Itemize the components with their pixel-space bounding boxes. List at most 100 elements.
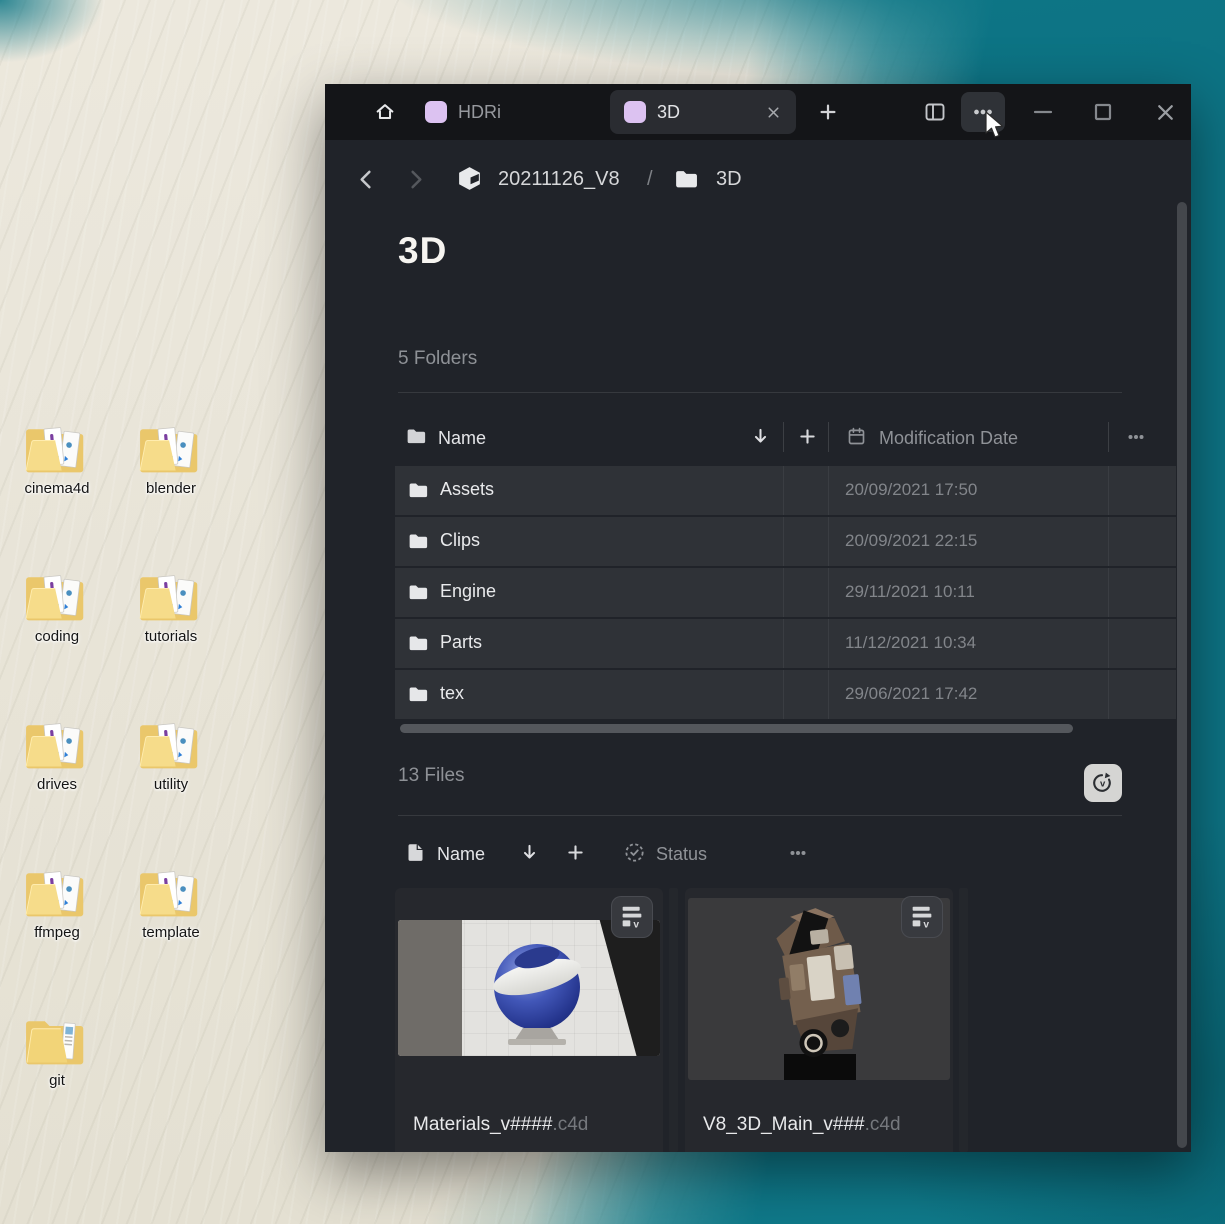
project-cube-icon[interactable] [456,165,483,192]
folders-name-column-header[interactable]: Name [438,428,486,449]
nav-forward-icon[interactable] [404,168,427,191]
card-stack-edge [959,888,968,1152]
folder-icon [21,714,93,774]
desktop-icon-ffmpeg[interactable]: ffmpeg [5,862,109,941]
divider [1108,422,1109,452]
file-card-materials[interactable]: Materials_v####.c4d [395,888,663,1152]
folder-icon [673,167,698,192]
breadcrumb-project[interactable]: 20211126_V8 [498,168,620,191]
calendar-icon [846,426,867,447]
horizontal-scrollbar[interactable] [400,724,1073,733]
column-options-icon[interactable] [1125,426,1147,448]
desktop-icon-drives[interactable]: drives [5,714,109,793]
close-tab-icon[interactable] [765,104,782,121]
add-column-icon[interactable] [797,426,818,447]
folder-name: Assets [440,479,495,499]
breadcrumb-separator: / [647,168,653,190]
minimize-icon[interactable] [1031,100,1055,124]
folder-icon [407,480,428,501]
nav-back-icon[interactable] [355,168,378,191]
sort-descending-icon[interactable] [519,842,540,863]
folder-icon [135,566,207,626]
folder-icon [21,1010,93,1070]
folder-modified-date: 29/06/2021 17:42 [845,684,978,703]
version-control-button[interactable] [1084,764,1122,802]
folder-name: Engine [440,581,497,601]
desktop-icon-blender[interactable]: blender [119,418,223,497]
desktop-icon-tutorials[interactable]: tutorials [119,566,223,645]
desktop-icon-label: template [142,924,200,941]
desktop-icon-utility[interactable]: utility [119,714,223,793]
material-sphere-preview [489,942,585,1030]
divider [828,422,829,452]
breadcrumb-current[interactable]: 3D [716,168,742,191]
folder-icon [135,714,207,774]
desktop-icon-label: drives [36,776,77,793]
sort-descending-icon[interactable] [750,426,771,447]
tab-3d[interactable]: 3D [610,90,796,134]
folder-row-clips[interactable]: Clips 20/09/2021 22:15 [395,517,1176,566]
file-thumbnail [398,920,660,1056]
desktop-icon-label: cinema4d [24,480,90,497]
folder-row-tex[interactable]: tex 29/06/2021 17:42 [395,670,1176,719]
column-options-icon[interactable] [787,842,809,864]
titlebar[interactable]: HDRi 3D [325,84,1191,140]
card-stack-edge [669,888,678,1152]
maximize-icon[interactable] [1091,100,1115,124]
folder-modified-date: 20/09/2021 17:50 [845,480,978,499]
home-icon[interactable] [374,101,396,123]
folder-name: Parts [440,632,483,652]
engine-render-preview [776,908,862,1058]
folder-row-parts[interactable]: Parts 11/12/2021 10:34 [395,619,1176,668]
folders-section-label: 5 Folders [398,348,478,369]
folder-icon [405,426,426,447]
folder-name: tex [440,683,465,703]
add-column-icon[interactable] [565,842,586,863]
folder-modified-date: 20/09/2021 22:15 [845,531,978,550]
desktop-icon-label: utility [153,776,189,793]
increment-version-badge[interactable] [611,896,653,938]
version-bars-icon [615,900,649,934]
tab-color-icon [624,101,646,123]
desktop: cinema4d blender coding tutorials drives… [0,0,1225,1224]
desktop-icon-label: blender [145,480,197,497]
desktop-icon-git[interactable]: git [5,1010,109,1089]
desktop-icon-template[interactable]: template [119,862,223,941]
mouse-cursor [984,111,1006,141]
close-window-icon[interactable] [1153,100,1178,125]
vertical-scrollbar[interactable] [1177,202,1187,1148]
file-icon [405,842,426,863]
divider [398,392,1122,393]
folder-icon [21,566,93,626]
folder-modified-date: 29/11/2021 10:11 [845,582,975,601]
files-status-column-header[interactable]: Status [656,844,707,865]
desktop-icon-coding[interactable]: coding [5,566,109,645]
desktop-icon-label: tutorials [144,628,198,645]
divider [398,815,1122,816]
divider [783,422,784,452]
desktop-icon-cinema4d[interactable]: cinema4d [5,418,109,497]
version-loop-icon [1091,771,1115,795]
increment-version-badge[interactable] [901,896,943,938]
folder-icon [21,418,93,478]
folder-row-assets[interactable]: Assets 20/09/2021 17:50 [395,466,1176,515]
folders-date-column-header[interactable]: Modification Date [879,428,1018,449]
folder-icon [21,862,93,922]
tab-hdri[interactable]: HDRi [425,92,501,132]
file-name: V8_3D_Main_v###.c4d [703,1114,901,1135]
folder-name: Clips [440,530,481,550]
new-tab-icon[interactable] [817,101,839,123]
folder-icon [135,418,207,478]
sidebar-toggle-icon[interactable] [923,100,947,124]
files-name-column-header[interactable]: Name [437,844,485,865]
desktop-icon-label: coding [34,628,80,645]
status-icon [623,841,646,864]
file-card-v8-main[interactable]: V8_3D_Main_v###.c4d [685,888,953,1152]
file-manager-window: HDRi 3D 20211126_V8 / 3D 3D 5 Folders Na… [325,84,1191,1152]
folder-icon [407,684,428,705]
tab-label: HDRi [458,101,501,122]
version-bars-icon [905,900,939,934]
folder-icon [407,633,428,654]
folder-icon [407,531,428,552]
folder-row-engine[interactable]: Engine 29/11/2021 10:11 [395,568,1176,617]
